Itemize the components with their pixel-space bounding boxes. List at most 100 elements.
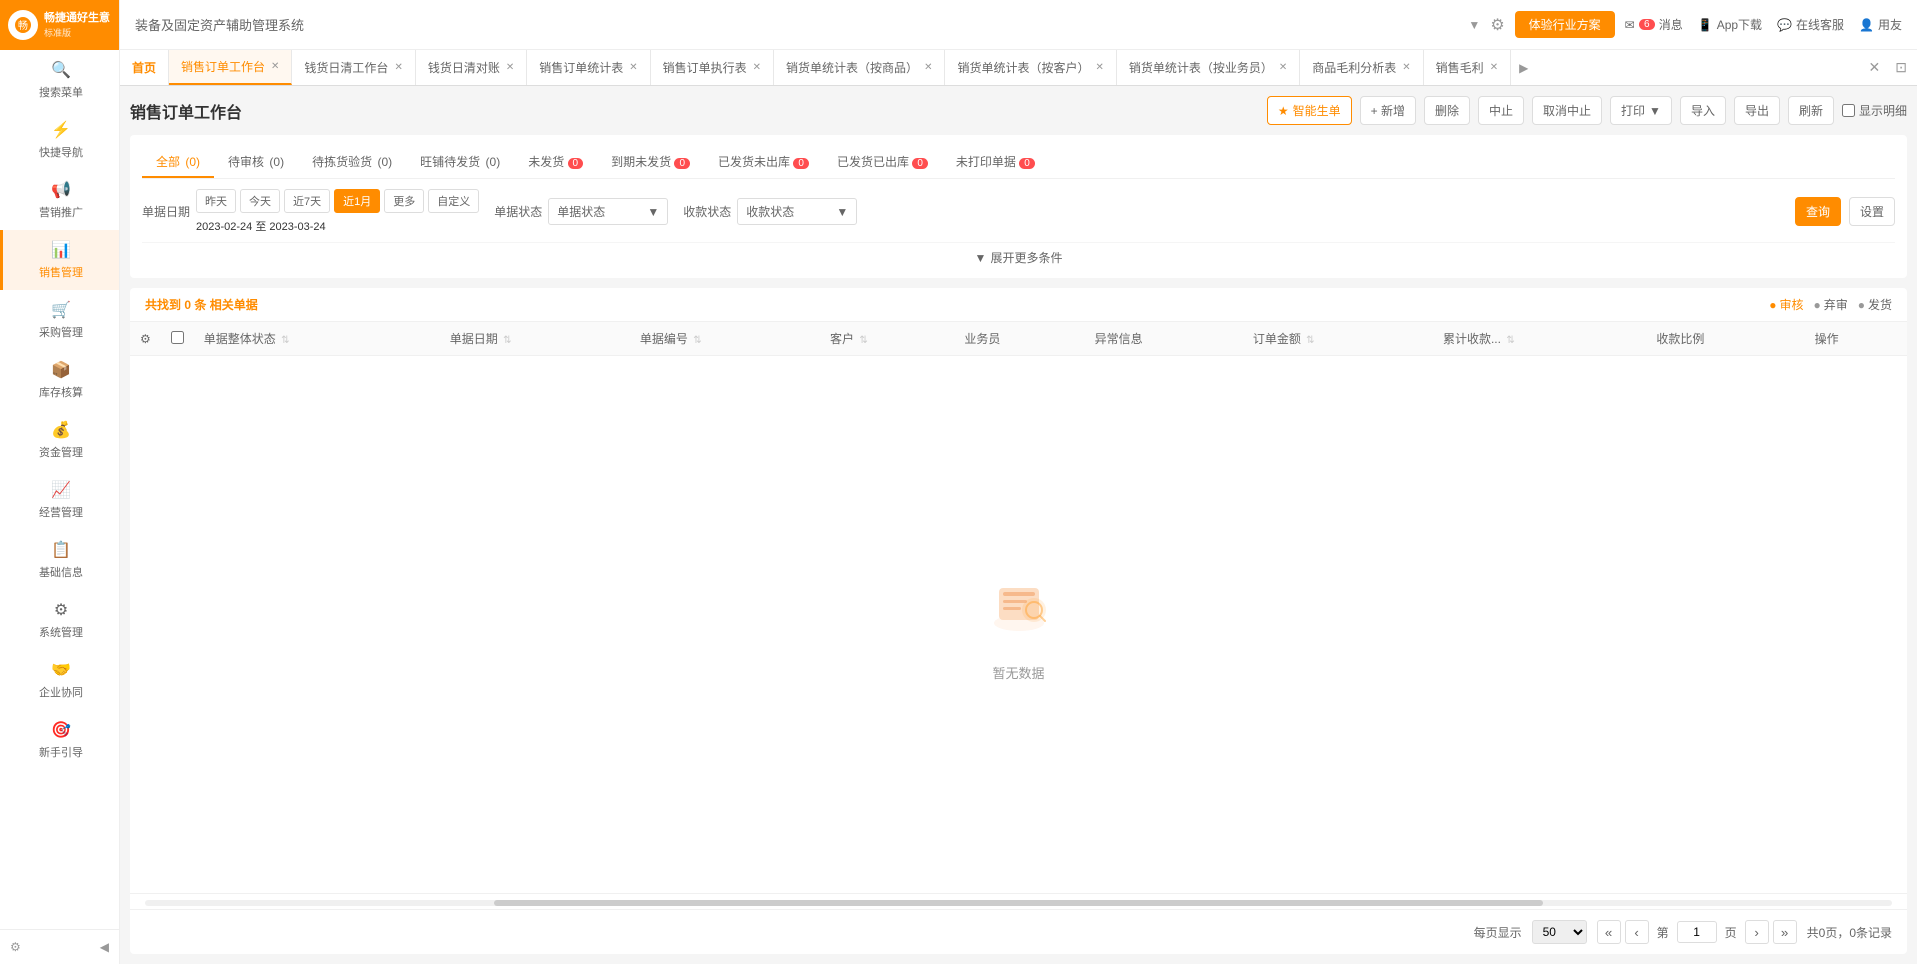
tabbar-more-button[interactable]: ▶ bbox=[1511, 50, 1536, 85]
app-download-button[interactable]: 📱 App下载 bbox=[1698, 16, 1762, 33]
industry-solution-button[interactable]: 体验行业方案 bbox=[1515, 11, 1615, 38]
tab-sales-stats-close[interactable]: ✕ bbox=[629, 62, 637, 73]
select-all-checkbox[interactable] bbox=[171, 331, 184, 344]
sort-collected-icon[interactable]: ⇅ bbox=[1506, 335, 1514, 346]
sidebar-item-system[interactable]: ⚙ 系统管理 bbox=[0, 590, 119, 650]
cancel-stop-button[interactable]: 取消中止 bbox=[1532, 96, 1602, 125]
sort-customer-icon[interactable]: ⇅ bbox=[859, 335, 867, 346]
filter-tab-not-shipped[interactable]: 未发货 0 bbox=[514, 147, 597, 178]
tab-cash-reconcile-label: 钱货日清对账 bbox=[428, 59, 500, 76]
sort-number-icon[interactable]: ⇅ bbox=[693, 335, 701, 346]
topbar-settings-icon[interactable]: ⚙ bbox=[1490, 15, 1504, 35]
export-button[interactable]: 导出 bbox=[1734, 96, 1780, 125]
sidebar-item-finance[interactable]: 💰 资金管理 bbox=[0, 410, 119, 470]
last-page-button[interactable]: » bbox=[1773, 920, 1797, 944]
sidebar-item-sales[interactable]: 📊 销售管理 bbox=[0, 230, 119, 290]
tab-cargo-customer[interactable]: 销货单统计表（按客户） ✕ bbox=[945, 50, 1116, 85]
tab-margin[interactable]: 商品毛利分析表 ✕ bbox=[1300, 50, 1423, 85]
tab-sales-exec-close[interactable]: ✕ bbox=[753, 62, 761, 73]
print-button[interactable]: 打印 ▼ bbox=[1610, 96, 1672, 125]
sidebar-item-search[interactable]: 🔍 搜索菜单 bbox=[0, 50, 119, 110]
show-detail-checkbox[interactable] bbox=[1842, 104, 1855, 117]
review-button[interactable]: ● 审核 bbox=[1769, 296, 1803, 313]
tab-cash-daily[interactable]: 钱货日清工作台 ✕ bbox=[292, 50, 415, 85]
tab-home[interactable]: 首页 bbox=[120, 50, 169, 85]
show-detail-toggle[interactable]: 显示明细 bbox=[1842, 102, 1907, 119]
next-page-button[interactable]: › bbox=[1745, 920, 1769, 944]
search-button[interactable]: 查询 bbox=[1795, 197, 1841, 226]
operations-icon: 📈 bbox=[51, 480, 71, 500]
tab-sales-workbench[interactable]: 销售订单工作台 ✕ bbox=[169, 50, 292, 85]
filter-tab-shipped-not-warehoused[interactable]: 已发货未出库 0 bbox=[704, 147, 823, 178]
import-button[interactable]: 导入 bbox=[1680, 96, 1726, 125]
tab-sales-stats[interactable]: 销售订单统计表 ✕ bbox=[527, 50, 650, 85]
sidebar-item-purchase[interactable]: 🛒 采购管理 bbox=[0, 290, 119, 350]
data-table: ⚙ 单据整体状态 ⇅ 单据日期 ⇅ bbox=[130, 322, 1907, 356]
date-btn-yesterday[interactable]: 昨天 bbox=[196, 189, 236, 213]
tab-cargo-staff[interactable]: 销货单统计表（按业务员） ✕ bbox=[1117, 50, 1300, 85]
user-menu-button[interactable]: 👤 用友 bbox=[1859, 16, 1902, 33]
tab-sales-stats-label: 销售订单统计表 bbox=[539, 59, 623, 76]
filter-tab-shipped-warehoused[interactable]: 已发货已出库 0 bbox=[823, 147, 942, 178]
smart-create-button[interactable]: ★ 智能生单 bbox=[1267, 96, 1352, 125]
marketing-icon: 📢 bbox=[51, 180, 71, 200]
online-service-button[interactable]: 💬 在线客服 bbox=[1777, 16, 1844, 33]
date-btn-custom[interactable]: 自定义 bbox=[428, 189, 479, 213]
sidebar-item-guide[interactable]: 🎯 新手引导 bbox=[0, 710, 119, 770]
tab-margin-close[interactable]: ✕ bbox=[1402, 62, 1410, 73]
sidebar-item-inventory[interactable]: 📦 库存核算 bbox=[0, 350, 119, 410]
add-button[interactable]: + 新增 bbox=[1360, 96, 1416, 125]
date-btn-more[interactable]: 更多 bbox=[384, 189, 424, 213]
filter-tab-pending-review[interactable]: 待审核 (0) bbox=[214, 147, 298, 178]
tab-cargo-product[interactable]: 销货单统计表（按商品） ✕ bbox=[774, 50, 945, 85]
sort-amount-icon[interactable]: ⇅ bbox=[1306, 335, 1314, 346]
stop-button[interactable]: 中止 bbox=[1478, 96, 1524, 125]
scroll-thumb[interactable] bbox=[494, 900, 1542, 906]
tab-close-all-button[interactable]: ✕ bbox=[1864, 57, 1886, 78]
filter-settings-button[interactable]: 设置 bbox=[1849, 197, 1895, 226]
tab-cargo-staff-close[interactable]: ✕ bbox=[1279, 62, 1287, 73]
page-size-select[interactable]: 50 10 20 100 bbox=[1532, 920, 1587, 944]
sidebar-item-basic-info[interactable]: 📋 基础信息 bbox=[0, 530, 119, 590]
sidebar-item-operations[interactable]: 📈 经营管理 bbox=[0, 470, 119, 530]
payment-filter-select[interactable]: 收款状态 ▼ bbox=[737, 198, 857, 225]
topbar-dropdown-icon[interactable]: ▼ bbox=[1468, 18, 1480, 32]
anti-review-button[interactable]: ● 弃审 bbox=[1813, 296, 1847, 313]
tab-sales-profit[interactable]: 销售毛利 ✕ bbox=[1424, 50, 1511, 85]
filter-tab-expired[interactable]: 到期未发货 0 bbox=[597, 147, 704, 178]
sort-status-icon[interactable]: ⇅ bbox=[281, 335, 289, 346]
tab-cargo-product-close[interactable]: ✕ bbox=[924, 62, 932, 73]
prev-page-button[interactable]: ‹ bbox=[1625, 920, 1649, 944]
tab-restore-button[interactable]: ⊡ bbox=[1890, 57, 1912, 78]
first-page-button[interactable]: « bbox=[1597, 920, 1621, 944]
filter-tab-wangpu[interactable]: 旺铺待发货 (0) bbox=[406, 147, 514, 178]
expand-conditions-button[interactable]: ▼ 展开更多条件 bbox=[975, 249, 1063, 266]
tab-cash-reconcile-close[interactable]: ✕ bbox=[506, 62, 514, 73]
sidebar-bottom: ⚙ ◀ bbox=[0, 929, 119, 964]
sidebar-item-quick-nav[interactable]: ⚡ 快捷导航 bbox=[0, 110, 119, 170]
date-btn-7days[interactable]: 近7天 bbox=[284, 189, 330, 213]
tab-cash-daily-close[interactable]: ✕ bbox=[394, 62, 402, 73]
tab-sales-profit-close[interactable]: ✕ bbox=[1490, 62, 1498, 73]
refresh-button[interactable]: 刷新 bbox=[1788, 96, 1834, 125]
sidebar-item-marketing[interactable]: 📢 营销推广 bbox=[0, 170, 119, 230]
filter-tab-pending-inspect[interactable]: 待拣货验货 (0) bbox=[298, 147, 406, 178]
tab-cargo-customer-close[interactable]: ✕ bbox=[1095, 62, 1103, 73]
message-button[interactable]: ✉ 6 消息 bbox=[1625, 16, 1683, 33]
sort-date-icon[interactable]: ⇅ bbox=[503, 335, 511, 346]
ship-button[interactable]: ● 发货 bbox=[1858, 296, 1892, 313]
sidebar-item-enterprise[interactable]: 🤝 企业协同 bbox=[0, 650, 119, 710]
date-btn-today[interactable]: 今天 bbox=[240, 189, 280, 213]
tab-sales-workbench-close[interactable]: ✕ bbox=[271, 61, 279, 72]
sidebar-settings-btn[interactable]: ⚙ bbox=[10, 940, 21, 954]
filter-tab-all[interactable]: 全部 (0) bbox=[142, 147, 214, 178]
tab-cash-reconcile[interactable]: 钱货日清对账 ✕ bbox=[416, 50, 527, 85]
horizontal-scrollbar[interactable] bbox=[130, 893, 1907, 909]
sidebar-collapse-btn[interactable]: ◀ bbox=[100, 940, 109, 954]
tab-sales-exec[interactable]: 销售订单执行表 ✕ bbox=[651, 50, 774, 85]
date-btn-1month[interactable]: 近1月 bbox=[334, 189, 380, 213]
page-number-input[interactable] bbox=[1677, 921, 1717, 943]
delete-button[interactable]: 删除 bbox=[1424, 96, 1470, 125]
status-filter-select[interactable]: 单据状态 ▼ bbox=[548, 198, 668, 225]
filter-tab-not-printed[interactable]: 未打印单据 0 bbox=[942, 147, 1049, 178]
